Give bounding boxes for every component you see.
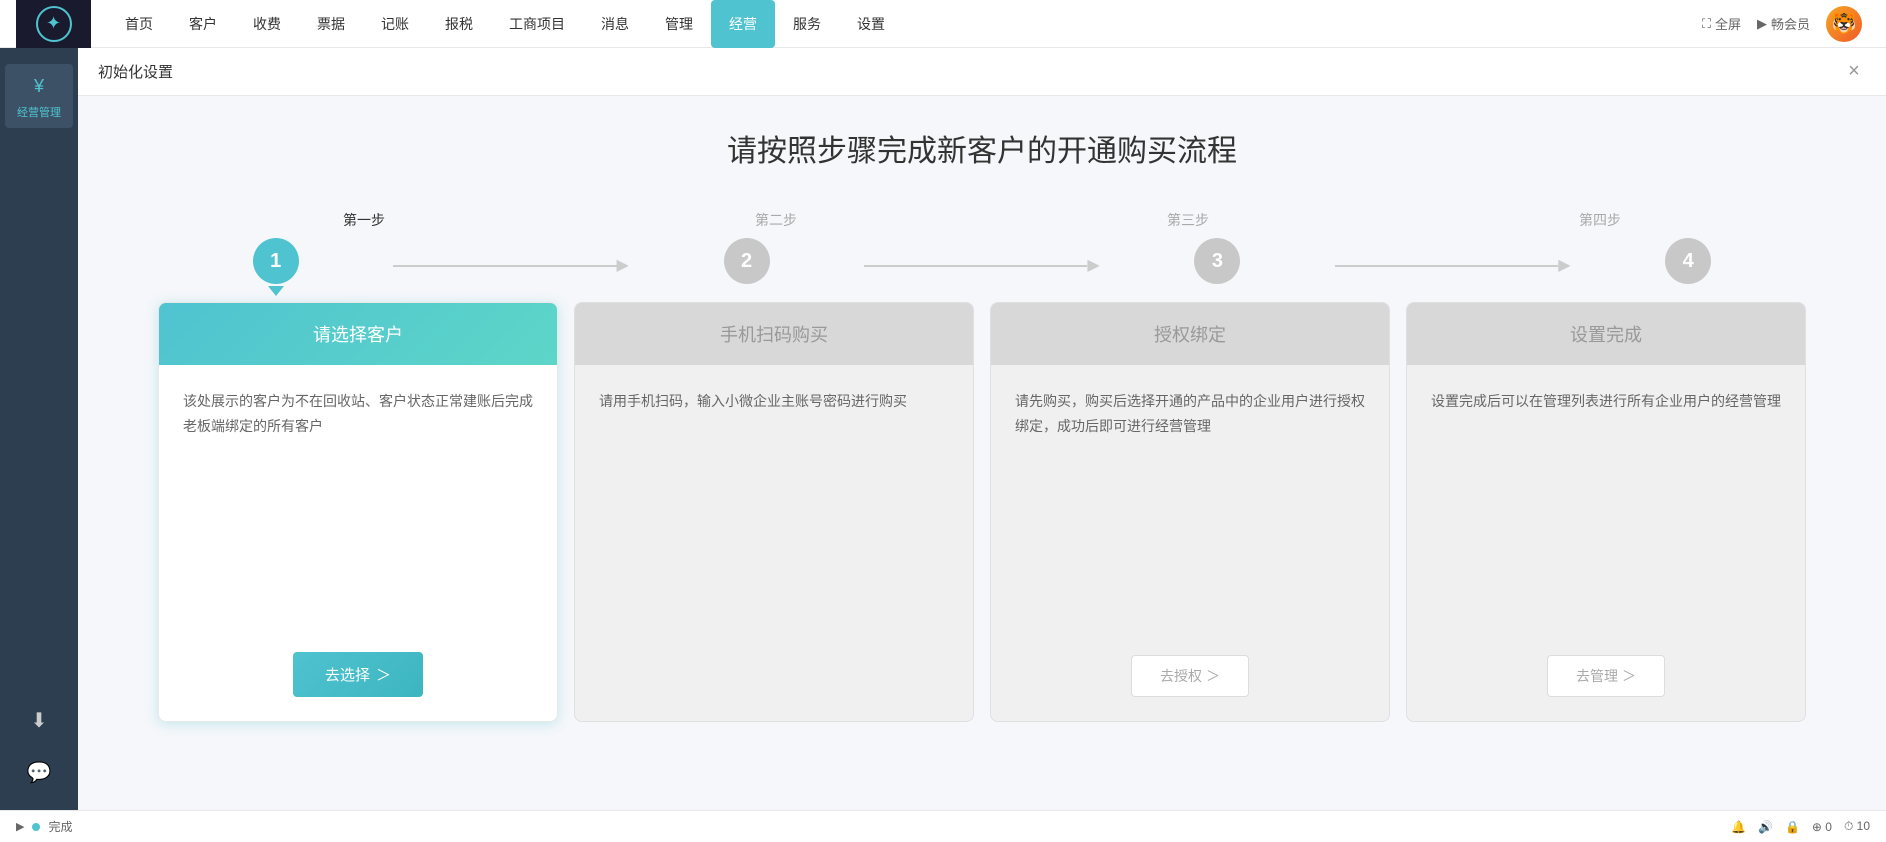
card3-body: 请先购买，购买后选择开通的产品中的企业用户进行授权绑定，成功后即可进行经营管理 xyxy=(991,365,1389,639)
fullscreen-label: 全屏 xyxy=(1715,14,1741,33)
main-title: 请按照步骤完成新客户的开通购买流程 xyxy=(727,126,1237,170)
chat-icon[interactable]: 💬 xyxy=(17,750,61,794)
nav-item-bill[interactable]: 票据 xyxy=(299,0,363,48)
nav-item-message[interactable]: 消息 xyxy=(583,0,647,48)
go-manage-label: 去管理 xyxy=(1576,666,1618,686)
card4-footer: 去管理 ＞ xyxy=(1407,639,1805,721)
nav-item-operation[interactable]: 经营 xyxy=(711,0,775,48)
nav-item-home[interactable]: 首页 xyxy=(107,0,171,48)
step1-circle: 1 xyxy=(253,238,299,284)
step2-label: 第二步 xyxy=(755,210,797,230)
cards-row: 请选择客户 该处展示的客户为不在回收站、客户状态正常建账后完成老板端绑定的所有客… xyxy=(158,302,1806,722)
step1-pointer xyxy=(268,286,284,296)
step4-bubble-wrapper: 4 xyxy=(1665,238,1711,284)
go-manage-button[interactable]: 去管理 ＞ xyxy=(1547,655,1665,697)
logo: ✦ xyxy=(16,0,91,48)
close-button[interactable]: × xyxy=(1842,60,1866,84)
yen-icon: ¥ xyxy=(25,72,53,100)
card-step2: 手机扫码购买 请用手机扫码，输入小微企业主账号密码进行购买 xyxy=(574,302,974,722)
status-text: 完成 xyxy=(48,818,72,835)
vip-label: 畅会员 xyxy=(1771,14,1810,33)
card2-body: 请用手机扫码，输入小微企业主账号密码进行购买 xyxy=(575,365,973,681)
manage-arrow-icon: ＞ xyxy=(1622,666,1636,686)
timer: ⏱ 10 xyxy=(1844,819,1870,834)
step3-label: 第三步 xyxy=(1167,210,1209,230)
nav-item-tax[interactable]: 报税 xyxy=(427,0,491,48)
top-nav: ✦ 首页 客户 收费 票据 记账 报税 工商项目 消息 管理 经营 服务 设置 … xyxy=(0,0,1886,48)
logo-icon: ✦ xyxy=(36,6,72,42)
nav-item-service[interactable]: 服务 xyxy=(775,0,839,48)
status-bar-left: ▶ 完成 xyxy=(16,818,72,835)
card1-body: 该处展示的客户为不在回收站、客户状态正常建账后完成老板端绑定的所有客户 xyxy=(159,365,557,636)
page-title: 初始化设置 xyxy=(98,61,173,82)
card-step3: 授权绑定 请先购买，购买后选择开通的产品中的企业用户进行授权绑定，成功后即可进行… xyxy=(990,302,1390,722)
download-icon[interactable]: ⬇ xyxy=(17,698,61,742)
step3-circle: 3 xyxy=(1194,238,1240,284)
step3-bubble-wrapper: 3 xyxy=(1194,238,1240,284)
step4-circle: 4 xyxy=(1665,238,1711,284)
step1-bubble-wrapper: 1 xyxy=(253,238,299,296)
nav-item-fee[interactable]: 收费 xyxy=(235,0,299,48)
nav-items: 首页 客户 收费 票据 记账 报税 工商项目 消息 管理 经营 服务 设置 xyxy=(91,0,1702,48)
go-authorize-button[interactable]: 去授权 ＞ xyxy=(1131,655,1249,697)
nav-item-settings[interactable]: 设置 xyxy=(839,0,903,48)
fullscreen-btn[interactable]: ⛶ 全屏 xyxy=(1702,14,1741,33)
status-dot xyxy=(32,823,40,831)
card3-footer: 去授权 ＞ xyxy=(991,639,1389,721)
add-count: ⊕ 0 xyxy=(1812,820,1832,834)
avatar[interactable]: 🐯 xyxy=(1826,6,1862,42)
card-step4: 设置完成 设置完成后可以在管理列表进行所有企业用户的经营管理 去管理 ＞ xyxy=(1406,302,1806,722)
main-area: 初始化设置 × 请按照步骤完成新客户的开通购买流程 第一步 第二步 第三步 xyxy=(78,48,1886,810)
go-select-button[interactable]: 去选择 ＞ xyxy=(293,652,423,697)
fullscreen-icon: ⛶ xyxy=(1702,16,1711,32)
nav-item-manage[interactable]: 管理 xyxy=(647,0,711,48)
step2-bubble-wrapper: 2 xyxy=(724,238,770,284)
volume-icon[interactable]: 🔊 xyxy=(1758,820,1773,834)
go-select-label: 去选择 xyxy=(325,664,370,685)
notification-icon[interactable]: 🔔 xyxy=(1731,820,1746,834)
step2-circle: 2 xyxy=(724,238,770,284)
nav-item-customer[interactable]: 客户 xyxy=(171,0,235,48)
step1-label: 第一步 xyxy=(343,210,385,230)
status-bar-right: 🔔 🔊 🔒 ⊕ 0 ⏱ 10 xyxy=(1731,819,1870,834)
nav-item-industry[interactable]: 工商项目 xyxy=(491,0,583,48)
card2-title: 手机扫码购买 xyxy=(575,303,973,365)
status-bar: ▶ 完成 🔔 🔊 🔒 ⊕ 0 ⏱ 10 xyxy=(0,810,1886,842)
vip-btn[interactable]: ▶ 畅会员 xyxy=(1757,14,1810,33)
card-step1: 请选择客户 该处展示的客户为不在回收站、客户状态正常建账后完成老板端绑定的所有客… xyxy=(158,302,558,722)
nav-item-account[interactable]: 记账 xyxy=(363,0,427,48)
nav-right: ⛶ 全屏 ▶ 畅会员 🐯 xyxy=(1702,6,1870,42)
authorize-arrow-icon: ＞ xyxy=(1206,666,1220,686)
page-header: 初始化设置 × xyxy=(78,48,1886,96)
card4-title: 设置完成 xyxy=(1407,303,1805,365)
card3-title: 授权绑定 xyxy=(991,303,1389,365)
card1-footer: 去选择 ＞ xyxy=(159,636,557,721)
go-authorize-label: 去授权 xyxy=(1160,666,1202,686)
sidebar-item-label: 经营管理 xyxy=(17,104,61,120)
card2-footer xyxy=(575,681,973,721)
sidebar: ¥ 经营管理 ⬇ 💬 xyxy=(0,48,78,810)
video-icon: ▶ xyxy=(1757,16,1767,32)
sidebar-bottom: ⬇ 💬 xyxy=(17,698,61,810)
lock-icon[interactable]: 🔒 xyxy=(1785,820,1800,834)
page-content: 请按照步骤完成新客户的开通购买流程 第一步 第二步 第三步 第四步 xyxy=(78,96,1886,752)
card1-title: 请选择客户 xyxy=(159,303,557,365)
step4-label: 第四步 xyxy=(1579,210,1621,230)
arrow-right-icon: ＞ xyxy=(376,664,391,685)
sidebar-item-operation[interactable]: ¥ 经营管理 xyxy=(5,64,73,128)
card4-body: 设置完成后可以在管理列表进行所有企业用户的经营管理 xyxy=(1407,365,1805,639)
play-icon[interactable]: ▶ xyxy=(16,820,24,833)
